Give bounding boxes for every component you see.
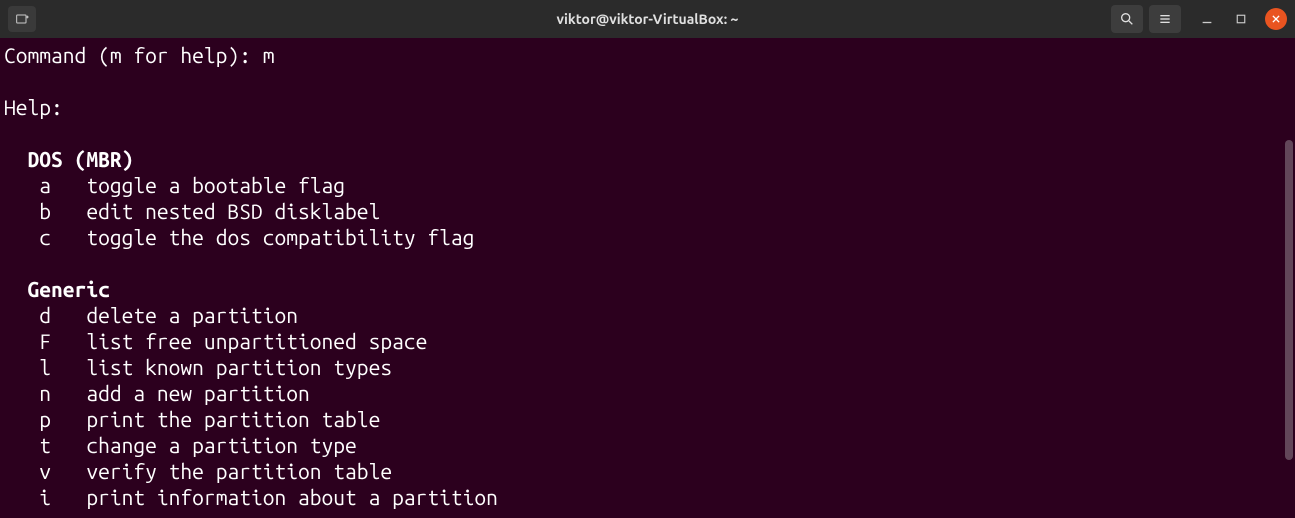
section-title: DOS (MBR) xyxy=(4,147,133,171)
scrollbar[interactable] xyxy=(1285,140,1293,460)
prompt-line: Command (m for help): m xyxy=(4,43,274,67)
command-line: p print the partition table xyxy=(4,407,380,431)
window-title: viktor@viktor-VirtualBox: ~ xyxy=(557,11,739,27)
command-line: d delete a partition xyxy=(4,303,298,327)
command-line: v verify the partition table xyxy=(4,459,392,483)
maximize-button[interactable] xyxy=(1231,9,1251,29)
help-header: Help: xyxy=(4,95,63,119)
section-title: Generic xyxy=(4,277,110,301)
command-line: c toggle the dos compatibility flag xyxy=(4,225,474,249)
hamburger-icon xyxy=(1157,11,1173,27)
close-icon xyxy=(1271,14,1281,24)
search-icon xyxy=(1119,11,1135,27)
command-line: a toggle a bootable flag xyxy=(4,173,345,197)
command-line: t change a partition type xyxy=(4,433,357,457)
command-line: i print information about a partition xyxy=(4,485,498,509)
search-button[interactable] xyxy=(1111,5,1143,33)
titlebar: viktor@viktor-VirtualBox: ~ xyxy=(0,0,1295,38)
terminal-output[interactable]: Command (m for help): m Help: DOS (MBR) … xyxy=(0,38,1295,518)
minimize-icon xyxy=(1200,12,1214,26)
window-controls xyxy=(1197,8,1287,30)
titlebar-right xyxy=(1111,5,1287,33)
new-tab-button[interactable] xyxy=(8,6,36,32)
new-tab-icon xyxy=(14,11,30,27)
command-line: n add a new partition xyxy=(4,381,310,405)
command-line: F list free unpartitioned space xyxy=(4,329,427,353)
close-button[interactable] xyxy=(1265,8,1287,30)
command-line: b edit nested BSD disklabel xyxy=(4,199,380,223)
titlebar-left xyxy=(8,6,36,32)
minimize-button[interactable] xyxy=(1197,9,1217,29)
command-line: l list known partition types xyxy=(4,355,392,379)
menu-button[interactable] xyxy=(1149,5,1181,33)
maximize-icon xyxy=(1235,13,1247,25)
